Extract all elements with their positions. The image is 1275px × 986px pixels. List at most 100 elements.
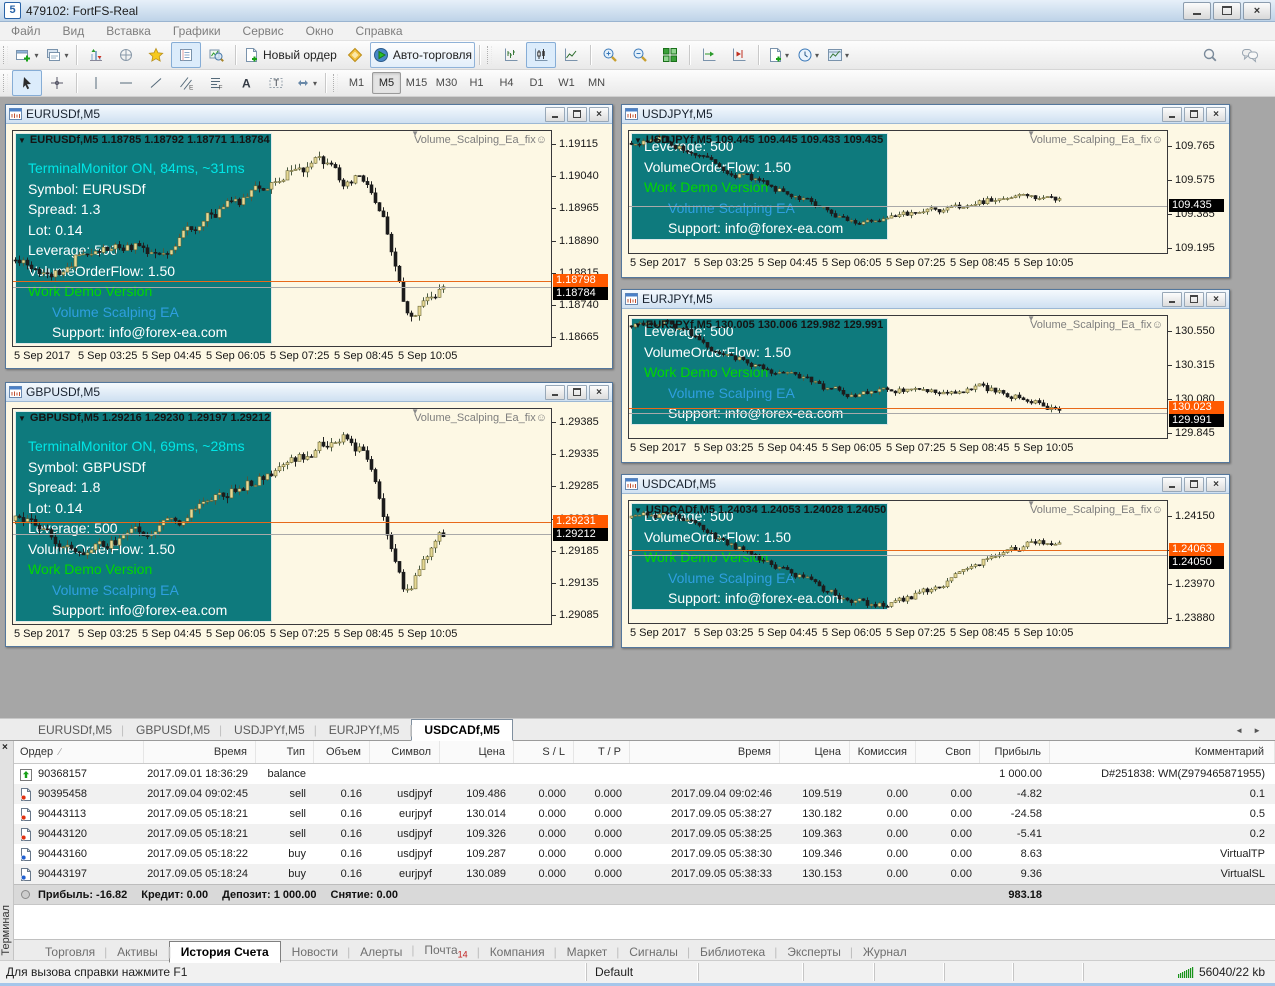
candlestick-mode-button[interactable] (526, 42, 557, 68)
chart-tab-eurjpyf-m5[interactable]: EURJPYf,M5 (314, 720, 412, 740)
chart-area[interactable]: TerminalMonitor ON, 84ms, ~31ms Symbol: E… (6, 124, 612, 368)
timeframe-button-w1[interactable]: W1 (552, 72, 581, 94)
tab-scroll-right-icon[interactable]: ► (1253, 726, 1261, 735)
chart-restore-button[interactable] (567, 384, 587, 400)
terminal-tab-1[interactable]: Активы (104, 942, 169, 962)
chart-minimize-button[interactable] (545, 384, 565, 400)
chart-tab-gbpusdf-m5[interactable]: GBPUSDf,M5 (121, 720, 222, 740)
price-axis[interactable]: 1.293851.293351.292851.292351.291851.291… (552, 408, 610, 623)
navigator-button[interactable] (141, 42, 171, 68)
menu-item-3[interactable]: Графики (162, 24, 232, 38)
chart-restore-button[interactable] (1184, 106, 1204, 122)
table-row[interactable]: 90395458 2017.09.04 09:02:45 sell 0.16 usdjp… (14, 784, 1275, 804)
chart-minimize-button[interactable] (1162, 476, 1182, 492)
toolbar-grip[interactable] (487, 46, 493, 64)
menu-item-0[interactable]: Файл (0, 24, 52, 38)
window-close-button[interactable]: × (1243, 1, 1271, 20)
column-header-2[interactable]: Тип (256, 741, 314, 763)
chart-close-button[interactable]: × (589, 384, 609, 400)
timeframe-button-d1[interactable]: D1 (522, 72, 551, 94)
table-row[interactable]: 90443120 2017.09.05 05:18:21 sell 0.16 usdjp… (14, 824, 1275, 844)
terminal-close-button[interactable]: × (2, 743, 8, 753)
tile-windows-button[interactable] (655, 42, 685, 68)
timeframe-button-mn[interactable]: MN (582, 72, 611, 94)
toolbar-grip[interactable] (333, 74, 338, 92)
chart-window-titlebar[interactable]: USDCADf,M5 × (622, 475, 1229, 494)
chart-close-button[interactable]: × (1206, 106, 1226, 122)
strategy-tester-button[interactable] (201, 42, 231, 68)
zoom-in-button[interactable] (595, 42, 625, 68)
column-header-0[interactable]: Ордер ∕ (14, 741, 144, 763)
table-row[interactable]: 90443197 2017.09.05 05:18:24 buy 0.16 eurjpy… (14, 864, 1275, 884)
cursor-tool-button[interactable] (12, 70, 42, 96)
menu-item-4[interactable]: Сервис (232, 24, 295, 38)
chart-plot[interactable]: Leverage: 500 VolumeOrderFlow: 1.50 Work D… (628, 315, 1168, 439)
window-minimize-button[interactable] (1183, 1, 1211, 20)
symbol-dropdown-icon[interactable]: ▼ (634, 321, 642, 330)
column-header-11[interactable]: Своп (916, 741, 980, 763)
toolbar-grip[interactable] (3, 74, 8, 92)
column-header-10[interactable]: Комиссия (850, 741, 916, 763)
chart-minimize-button[interactable] (1162, 106, 1182, 122)
terminal-tab-4[interactable]: Алерты (347, 942, 413, 962)
title-bar[interactable]: 5 479102: FortFS-Real × (0, 0, 1275, 22)
column-header-6[interactable]: S / L (514, 741, 574, 763)
chart-plot[interactable]: TerminalMonitor ON, 69ms, ~28ms Symbol: G… (12, 408, 552, 625)
auto-trading-button[interactable]: Авто-торговля (369, 42, 476, 68)
menu-item-5[interactable]: Окно (295, 24, 345, 38)
indicators-button[interactable]: ▾ (763, 42, 793, 68)
chart-shift-button[interactable] (724, 42, 754, 68)
symbol-dropdown-icon[interactable]: ▼ (18, 136, 26, 145)
chart-area[interactable]: Leverage: 500 VolumeOrderFlow: 1.50 Work D… (622, 494, 1229, 647)
chart-window-titlebar[interactable]: GBPUSDf,M5 × (6, 383, 612, 402)
chart-close-button[interactable]: × (1206, 291, 1226, 307)
chart-restore-button[interactable] (1184, 291, 1204, 307)
chart-tab-usdjpyf-m5[interactable]: USDJPYf,M5 (219, 720, 317, 740)
chart-area[interactable]: Leverage: 500 VolumeOrderFlow: 1.50 Work D… (622, 124, 1229, 277)
terminal-tab-5[interactable]: Почта14 (411, 940, 478, 962)
channel-tool-button[interactable]: E (171, 70, 201, 96)
chart-window-titlebar[interactable]: EURJPYf,M5 × (622, 290, 1229, 309)
horizontal-line-tool-button[interactable] (111, 70, 141, 96)
chart-minimize-button[interactable] (545, 106, 565, 122)
terminal-tab-10[interactable]: Эксперты (774, 942, 852, 962)
table-row[interactable]: 90368157 2017.09.01 18:36:29 balance 1 000.… (14, 764, 1275, 784)
toolbar-grip[interactable] (3, 46, 8, 64)
trendline-tool-button[interactable] (141, 70, 171, 96)
text-label-tool-button[interactable]: T (261, 70, 291, 96)
column-header-3[interactable]: Объем (314, 741, 370, 763)
data-window-button[interactable] (111, 42, 141, 68)
new-order-button[interactable]: Новый ордер (240, 42, 340, 68)
chart-window-eurjpy[interactable]: EURJPYf,M5 × Leverage: 500 VolumeOrderFlo… (621, 289, 1230, 463)
chart-minimize-button[interactable] (1162, 291, 1182, 307)
chart-area[interactable]: Leverage: 500 VolumeOrderFlow: 1.50 Work D… (622, 309, 1229, 462)
zoom-out-button[interactable] (625, 42, 655, 68)
chart-restore-button[interactable] (567, 106, 587, 122)
chart-close-button[interactable]: × (589, 106, 609, 122)
tab-scroll-left-icon[interactable]: ◄ (1235, 726, 1243, 735)
shapes-tool-button[interactable]: ▾ (291, 70, 321, 96)
table-row[interactable]: 90443113 2017.09.05 05:18:21 sell 0.16 eurjp… (14, 804, 1275, 824)
chart-plot[interactable]: TerminalMonitor ON, 84ms, ~31ms Symbol: E… (12, 130, 552, 347)
menu-item-2[interactable]: Вставка (95, 24, 162, 38)
chart-window-eurusd[interactable]: EURUSDf,M5 × TerminalMonitor ON, 84ms, ~… (5, 104, 613, 369)
column-header-4[interactable]: Символ (370, 741, 440, 763)
new-chart-button[interactable]: ▾ (12, 42, 42, 68)
symbol-dropdown-icon[interactable]: ▼ (634, 506, 642, 515)
chart-tab-usdcadf-m5[interactable]: USDCADf,M5 (409, 719, 513, 741)
column-header-13[interactable]: Комментарий (1050, 741, 1275, 763)
terminal-tab-0[interactable]: Торговля (34, 942, 106, 962)
price-axis[interactable]: 109.765 109.575 109.385 109.195 109.435 (1168, 130, 1226, 254)
chart-window-titlebar[interactable]: EURUSDf,M5 × (6, 105, 612, 124)
metaeditor-button[interactable] (340, 42, 370, 68)
price-axis[interactable]: 130.550 130.315 130.080 129.845 130.023 129.9… (1168, 315, 1226, 439)
profiles-button[interactable]: ▾ (42, 42, 72, 68)
column-header-7[interactable]: T / P (574, 741, 630, 763)
timeframe-button-m5[interactable]: M5 (372, 72, 401, 94)
market-watch-button[interactable] (81, 42, 111, 68)
chart-window-usdcad[interactable]: USDCADf,M5 × Leverage: 500 VolumeOrderFlo… (621, 474, 1230, 648)
terminal-tab-7[interactable]: Маркет (554, 942, 619, 962)
chart-window-titlebar[interactable]: USDJPYf,M5 × (622, 105, 1229, 124)
window-restore-button[interactable] (1213, 1, 1241, 20)
vertical-line-tool-button[interactable] (81, 70, 111, 96)
